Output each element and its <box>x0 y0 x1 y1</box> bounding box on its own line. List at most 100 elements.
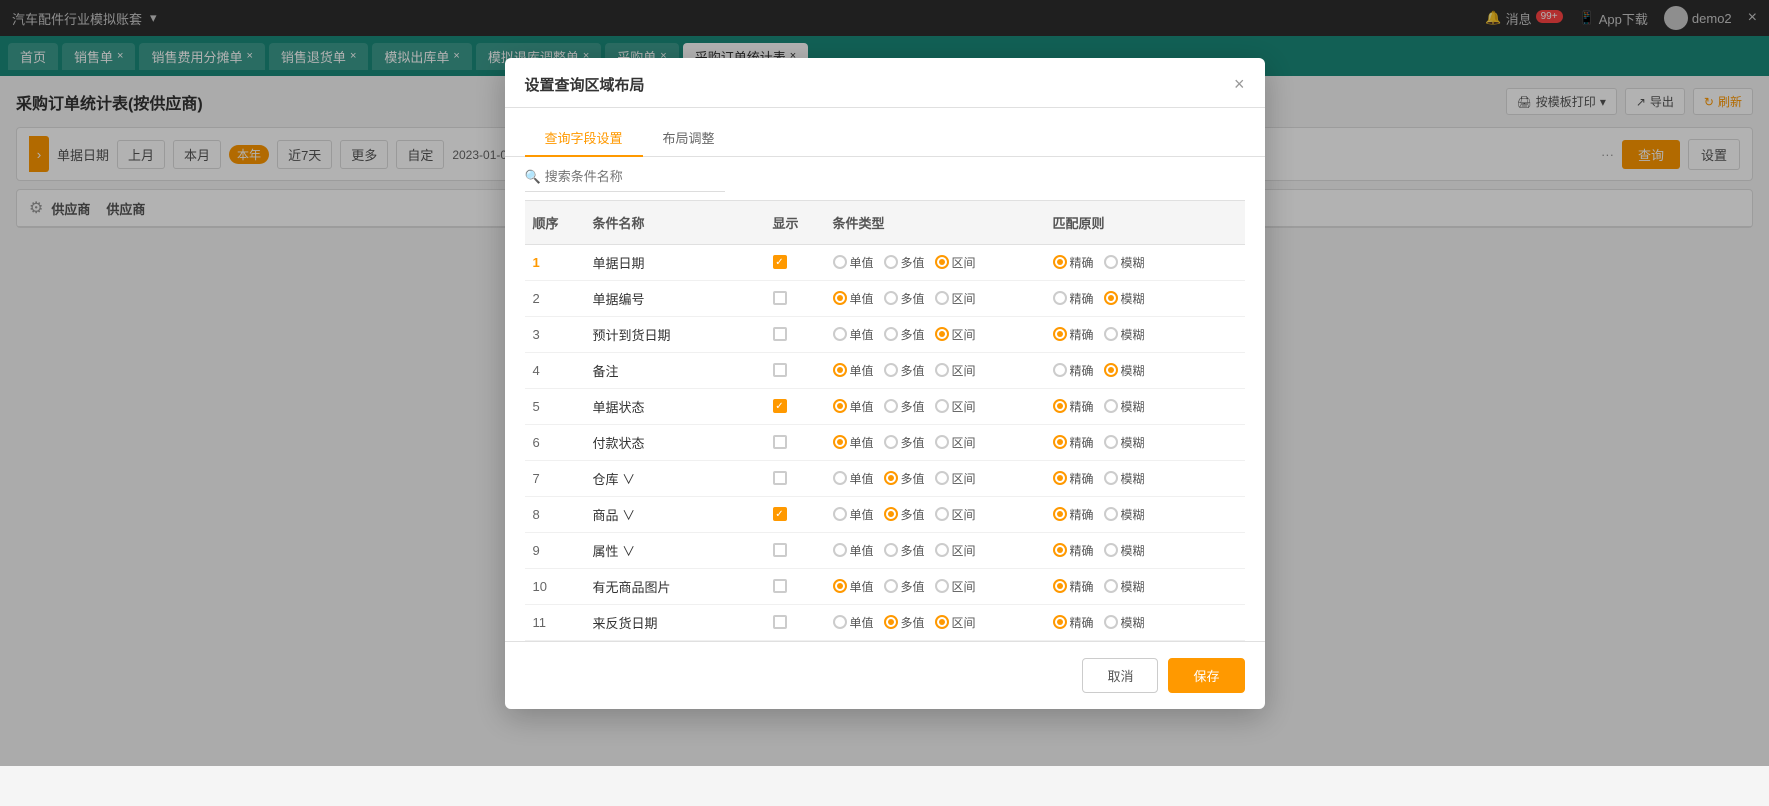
condition-type-single[interactable]: 单值 <box>833 254 874 271</box>
match-rule-exact[interactable]: 精确 <box>1053 578 1094 595</box>
table-row: 10有无商品图片单值多值区间精确模糊 <box>525 569 1245 605</box>
save-button[interactable]: 保存 <box>1168 658 1244 693</box>
match-rule-exact[interactable]: 精确 <box>1053 326 1094 343</box>
condition-type-range[interactable]: 区间 <box>935 326 976 343</box>
row-display[interactable] <box>765 251 825 273</box>
condition-type-multi[interactable]: 多值 <box>884 290 925 307</box>
modal-tab-query-fields[interactable]: 查询字段设置 <box>525 120 643 157</box>
display-checkbox[interactable] <box>773 543 787 557</box>
condition-type-single[interactable]: 单值 <box>833 506 874 523</box>
condition-type-single[interactable]: 单值 <box>833 398 874 415</box>
match-rule-exact[interactable]: 精确 <box>1053 398 1094 415</box>
col-name-header: 条件名称 <box>585 209 765 236</box>
condition-type-range[interactable]: 区间 <box>935 290 976 307</box>
table-row: 6付款状态单值多值区间精确模糊 <box>525 425 1245 461</box>
condition-type-single[interactable]: 单值 <box>833 362 874 379</box>
row-display[interactable] <box>765 323 825 345</box>
condition-type-multi[interactable]: 多值 <box>884 506 925 523</box>
condition-type-multi[interactable]: 多值 <box>884 326 925 343</box>
condition-type-single[interactable]: 单值 <box>833 290 874 307</box>
match-rule-fuzzy[interactable]: 模糊 <box>1104 398 1145 415</box>
match-rule-exact[interactable]: 精确 <box>1053 362 1094 379</box>
match-rule-fuzzy[interactable]: 模糊 <box>1104 470 1145 487</box>
condition-type-range[interactable]: 区间 <box>935 578 976 595</box>
condition-type-multi[interactable]: 多值 <box>884 398 925 415</box>
match-rule-fuzzy[interactable]: 模糊 <box>1104 362 1145 379</box>
row-name: 商品 ∨ <box>585 501 765 528</box>
col-display-header: 显示 <box>765 209 825 236</box>
row-display[interactable] <box>765 611 825 633</box>
match-rule-fuzzy[interactable]: 模糊 <box>1104 614 1145 631</box>
condition-type-multi[interactable]: 多值 <box>884 542 925 559</box>
table-row: 5单据状态单值多值区间精确模糊 <box>525 389 1245 425</box>
condition-type-range[interactable]: 区间 <box>935 506 976 523</box>
row-name: 单据状态 <box>585 393 765 420</box>
condition-type-range[interactable]: 区间 <box>935 362 976 379</box>
row-order: 9 <box>525 539 585 562</box>
row-condition-type: 单值多值区间 <box>825 610 1045 635</box>
condition-type-multi[interactable]: 多值 <box>884 362 925 379</box>
radio-circle-exact <box>1053 507 1067 521</box>
condition-type-multi[interactable]: 多值 <box>884 434 925 451</box>
row-display[interactable] <box>765 359 825 381</box>
match-rule-fuzzy[interactable]: 模糊 <box>1104 542 1145 559</box>
match-rule-exact[interactable]: 精确 <box>1053 290 1094 307</box>
radio-circle-multi <box>884 291 898 305</box>
condition-type-range[interactable]: 区间 <box>935 398 976 415</box>
match-rule-exact[interactable]: 精确 <box>1053 542 1094 559</box>
match-rule-exact[interactable]: 精确 <box>1053 614 1094 631</box>
cancel-button[interactable]: 取消 <box>1082 658 1158 693</box>
row-display[interactable] <box>765 575 825 597</box>
match-rule-fuzzy[interactable]: 模糊 <box>1104 254 1145 271</box>
display-checkbox[interactable] <box>773 507 787 521</box>
display-checkbox[interactable] <box>773 615 787 629</box>
display-checkbox[interactable] <box>773 435 787 449</box>
row-display[interactable] <box>765 503 825 525</box>
match-rule-fuzzy[interactable]: 模糊 <box>1104 290 1145 307</box>
row-display[interactable] <box>765 395 825 417</box>
row-display[interactable] <box>765 287 825 309</box>
display-checkbox[interactable] <box>773 471 787 485</box>
row-order: 10 <box>525 575 585 598</box>
display-checkbox[interactable] <box>773 291 787 305</box>
radio-circle-range <box>935 399 949 413</box>
match-rule-exact[interactable]: 精确 <box>1053 434 1094 451</box>
match-rule-exact[interactable]: 精确 <box>1053 506 1094 523</box>
match-rule-fuzzy[interactable]: 模糊 <box>1104 434 1145 451</box>
row-condition-type: 单值多值区间 <box>825 394 1045 419</box>
match-rule-fuzzy[interactable]: 模糊 <box>1104 326 1145 343</box>
match-rule-exact[interactable]: 精确 <box>1053 254 1094 271</box>
condition-type-range[interactable]: 区间 <box>935 542 976 559</box>
condition-type-range[interactable]: 区间 <box>935 614 976 631</box>
radio-circle-fuzzy <box>1104 615 1118 629</box>
radio-circle-fuzzy <box>1104 579 1118 593</box>
row-display[interactable] <box>765 539 825 561</box>
condition-type-multi[interactable]: 多值 <box>884 470 925 487</box>
row-match-rule: 精确模糊 <box>1045 430 1245 455</box>
condition-type-range[interactable]: 区间 <box>935 434 976 451</box>
condition-type-multi[interactable]: 多值 <box>884 254 925 271</box>
display-checkbox[interactable] <box>773 327 787 341</box>
display-checkbox[interactable] <box>773 255 787 269</box>
search-input[interactable] <box>545 169 715 184</box>
condition-type-single[interactable]: 单值 <box>833 326 874 343</box>
row-display[interactable] <box>765 431 825 453</box>
condition-type-single[interactable]: 单值 <box>833 542 874 559</box>
condition-type-single[interactable]: 单值 <box>833 614 874 631</box>
condition-type-range[interactable]: 区间 <box>935 470 976 487</box>
display-checkbox[interactable] <box>773 399 787 413</box>
modal-tab-layout[interactable]: 布局调整 <box>643 120 735 157</box>
display-checkbox[interactable] <box>773 363 787 377</box>
row-display[interactable] <box>765 467 825 489</box>
condition-type-single[interactable]: 单值 <box>833 578 874 595</box>
match-rule-fuzzy[interactable]: 模糊 <box>1104 578 1145 595</box>
display-checkbox[interactable] <box>773 579 787 593</box>
condition-type-range[interactable]: 区间 <box>935 254 976 271</box>
modal-close-button[interactable]: × <box>1234 75 1245 93</box>
condition-type-multi[interactable]: 多值 <box>884 614 925 631</box>
condition-type-single[interactable]: 单值 <box>833 470 874 487</box>
match-rule-exact[interactable]: 精确 <box>1053 470 1094 487</box>
match-rule-fuzzy[interactable]: 模糊 <box>1104 506 1145 523</box>
condition-type-single[interactable]: 单值 <box>833 434 874 451</box>
condition-type-multi[interactable]: 多值 <box>884 578 925 595</box>
